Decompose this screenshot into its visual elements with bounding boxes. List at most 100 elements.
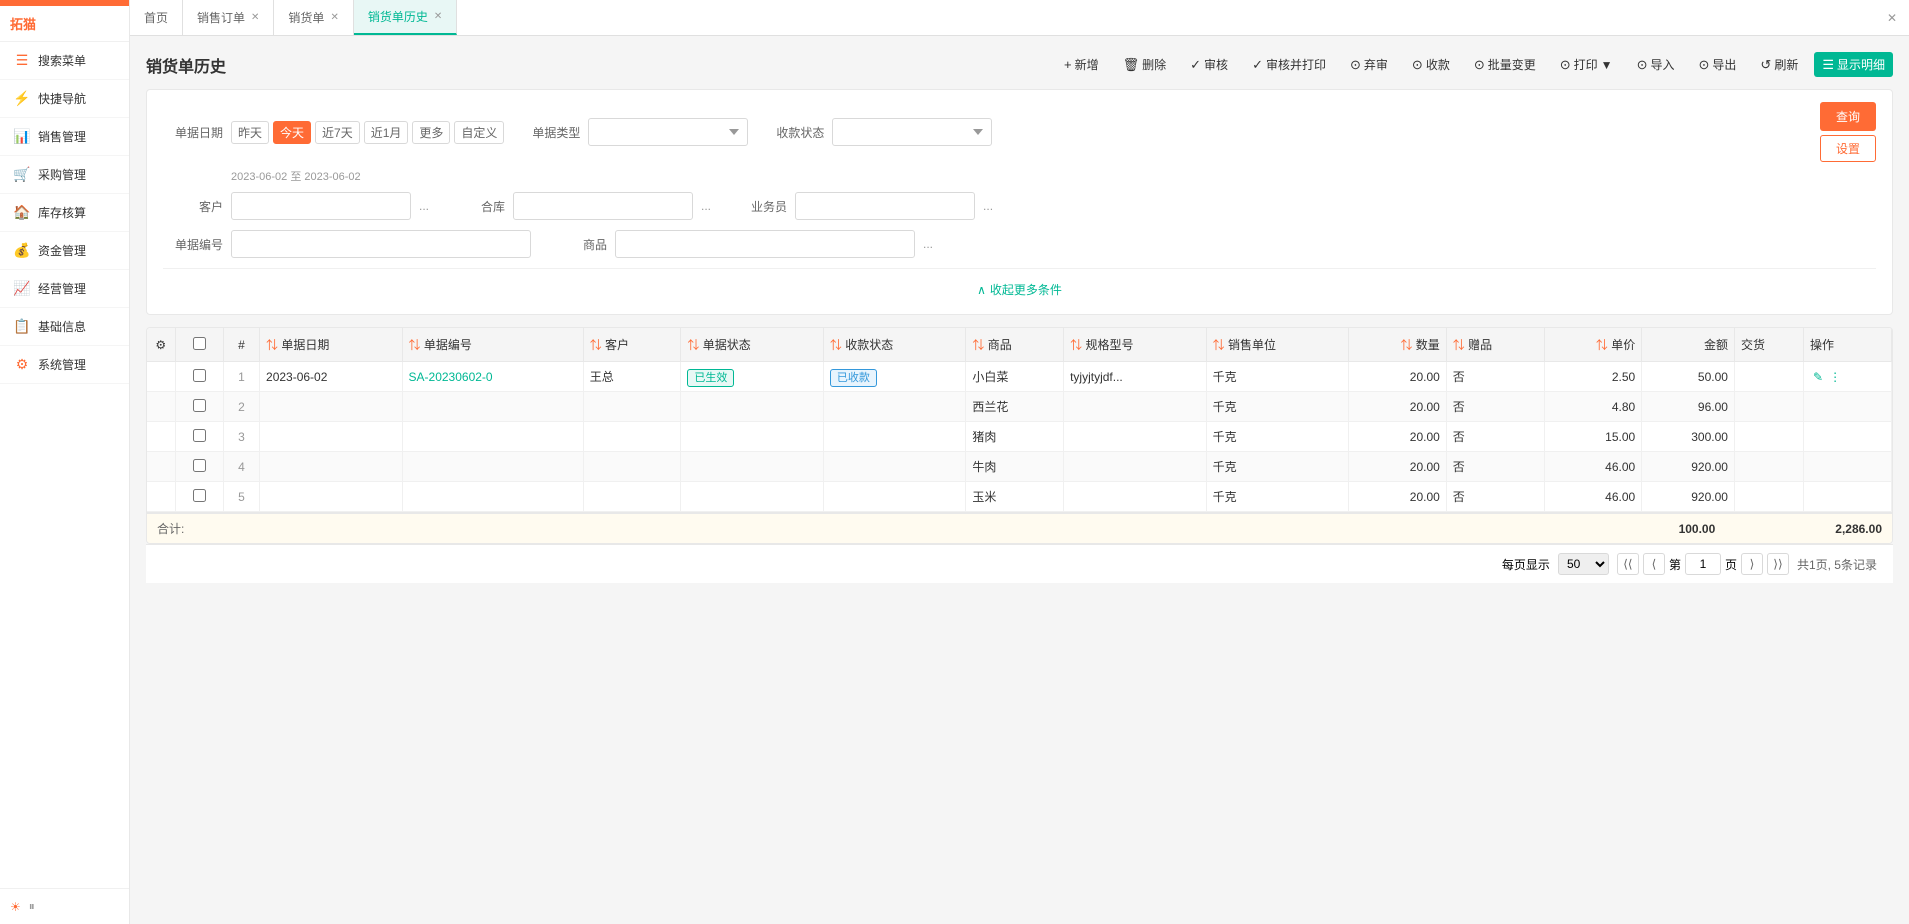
select-all-checkbox[interactable] — [193, 337, 206, 350]
tab-sales-order-close[interactable]: ✕ — [251, 12, 259, 23]
row-collect-status — [823, 482, 966, 512]
filter-doc-no-input[interactable] — [231, 230, 531, 258]
filter-staff: 业务员 ... — [727, 192, 993, 220]
filter-collect-status-select[interactable] — [832, 118, 992, 146]
refresh-icon: ↺ — [1760, 57, 1771, 73]
sidebar-item-purchase-mgmt[interactable]: 🛒 采购管理 — [0, 156, 129, 194]
row-checkbox-cell[interactable] — [175, 422, 224, 452]
edit-action[interactable]: ✎ — [1810, 370, 1826, 384]
filter-customer-input[interactable] — [231, 192, 411, 220]
filter-warehouse-dots[interactable]: ... — [701, 199, 711, 213]
filter-customer-dots[interactable]: ... — [419, 199, 429, 213]
set-button[interactable]: 设置 — [1820, 135, 1876, 162]
row-amount: 300.00 — [1642, 422, 1735, 452]
page-prev-btn[interactable]: ⟨ — [1643, 553, 1665, 575]
row-checkbox-cell[interactable] — [175, 362, 224, 392]
sidebar-item-quick-nav[interactable]: ⚡ 快捷导航 — [0, 80, 129, 118]
tab-sales-history-close[interactable]: ✕ — [434, 11, 442, 22]
collect-button[interactable]: ⊙ 收款 — [1404, 52, 1458, 77]
filter-warehouse-input[interactable] — [513, 192, 693, 220]
export-button[interactable]: ⊙ 导出 — [1690, 52, 1744, 77]
tab-sales-delivery-close[interactable]: ✕ — [330, 12, 338, 23]
more-action[interactable]: ⋮ — [1826, 370, 1844, 384]
doc-date-col-header[interactable]: ⇅ 单据日期 — [260, 328, 403, 362]
row-checkbox-cell[interactable] — [175, 482, 224, 512]
page-input[interactable] — [1685, 553, 1721, 575]
delete-button[interactable]: 🗑 删除 — [1115, 52, 1175, 77]
operations-icon: 📈 — [14, 281, 30, 297]
date-btn-yesterday[interactable]: 昨天 — [231, 121, 269, 144]
page-next-btn[interactable]: ⟩ — [1741, 553, 1763, 575]
sidebar-footer-icon1[interactable]: ☀ — [10, 900, 21, 914]
batch-change-button[interactable]: ⊙ 批量变更 — [1466, 52, 1544, 77]
page-first-btn[interactable]: ⟨⟨ — [1617, 553, 1639, 575]
tab-home[interactable]: 首页 — [130, 0, 183, 35]
sidebar-item-operations[interactable]: 📈 经营管理 — [0, 270, 129, 308]
abandon-button[interactable]: ⊙ 弃审 — [1342, 52, 1396, 77]
filter-goods-input[interactable] — [615, 230, 915, 258]
row-actions — [1804, 392, 1892, 422]
row-doc-date — [260, 482, 403, 512]
row-checkbox-cell[interactable] — [175, 452, 224, 482]
print-button[interactable]: ⊙ 打印 ▼ — [1552, 52, 1621, 77]
row-settings — [147, 452, 175, 482]
refresh-button[interactable]: ↺ 刷新 — [1752, 52, 1806, 77]
delete-label: 删除 — [1142, 56, 1166, 73]
filter-staff-dots[interactable]: ... — [983, 199, 993, 213]
sidebar-item-inventory[interactable]: 🏠 库存核算 — [0, 194, 129, 232]
row-checkbox[interactable] — [193, 369, 206, 382]
date-btn-7days[interactable]: 近7天 — [315, 121, 360, 144]
sidebar-item-sales-mgmt[interactable]: 📊 销售管理 — [0, 118, 129, 156]
sidebar-footer-icon2[interactable]: ⏸ — [29, 899, 35, 914]
tab-sales-order[interactable]: 销售订单 ✕ — [183, 0, 274, 35]
filter-staff-input[interactable] — [795, 192, 975, 220]
collect-status-col-header[interactable]: ⇅ 收款状态 — [823, 328, 966, 362]
add-button[interactable]: + 新增 — [1056, 52, 1107, 77]
page-last-btn[interactable]: ⟩⟩ — [1767, 553, 1789, 575]
page-size-select[interactable]: 50 100 200 — [1558, 553, 1609, 575]
date-btn-custom[interactable]: 自定义 — [454, 121, 504, 144]
purchase-mgmt-icon: 🛒 — [14, 167, 30, 183]
sidebar-item-base-info[interactable]: 📋 基础信息 — [0, 308, 129, 346]
filter-goods-dots[interactable]: ... — [923, 237, 933, 251]
filter-doc-type-select[interactable] — [588, 118, 748, 146]
row-checkbox[interactable] — [193, 489, 206, 502]
doc-status-col-header[interactable]: ⇅ 单据状态 — [681, 328, 824, 362]
sidebar-item-sys-mgmt[interactable]: ⚙ 系统管理 — [0, 346, 129, 384]
qty-col-header[interactable]: ⇅ 数量 — [1349, 328, 1447, 362]
unit-price-col-header[interactable]: ⇅ 单价 — [1544, 328, 1642, 362]
row-checkbox[interactable] — [193, 459, 206, 472]
row-collect-status — [823, 392, 966, 422]
date-btn-1month[interactable]: 近1月 — [364, 121, 409, 144]
date-btn-more[interactable]: 更多 — [412, 121, 450, 144]
doc-no-col-header[interactable]: ⇅ 单据编号 — [402, 328, 583, 362]
customer-col-header[interactable]: ⇅ 客户 — [583, 328, 681, 362]
sales-unit-col-header[interactable]: ⇅ 销售单位 — [1206, 328, 1349, 362]
audit-button[interactable]: ✓ 审核 — [1182, 52, 1236, 77]
show-detail-button[interactable]: ☰ 显示明细 — [1814, 52, 1893, 77]
tab-sales-history[interactable]: 销货单历史 ✕ — [354, 0, 457, 35]
gift-col-header[interactable]: ⇅ 赠品 — [1446, 328, 1544, 362]
spec-col-header[interactable]: ⇅ 规格型号 — [1064, 328, 1207, 362]
query-button[interactable]: 查询 — [1820, 102, 1876, 131]
date-btn-today[interactable]: 今天 — [273, 121, 311, 144]
tab-sales-delivery[interactable]: 销货单 ✕ — [274, 0, 353, 35]
audit-print-button[interactable]: ✓ 审核并打印 — [1244, 52, 1334, 77]
row-doc-date — [260, 452, 403, 482]
page-header: 销货单历史 + 新增 🗑 删除 ✓ 审核 ✓ 审核并打印 — [146, 52, 1893, 77]
row-amount: 50.00 — [1642, 362, 1735, 392]
sidebar-item-search-menu[interactable]: ☰ 搜索菜单 — [0, 42, 129, 80]
row-checkbox-cell[interactable] — [175, 392, 224, 422]
tab-close-all[interactable]: ✕ — [1875, 11, 1909, 25]
settings-col-header[interactable]: ⚙ — [147, 328, 175, 362]
import-button[interactable]: ⊙ 导入 — [1629, 52, 1683, 77]
sidebar-item-finance[interactable]: 💰 资金管理 — [0, 232, 129, 270]
collapse-button[interactable]: ∧ 收起更多条件 — [969, 277, 1070, 302]
row-checkbox[interactable] — [193, 429, 206, 442]
checkbox-col-header[interactable] — [175, 328, 224, 362]
row-checkbox[interactable] — [193, 399, 206, 412]
row-trade — [1734, 422, 1803, 452]
goods-col-header[interactable]: ⇅ 商品 — [966, 328, 1064, 362]
page-title: 销货单历史 — [146, 53, 226, 77]
row-customer — [583, 422, 681, 452]
